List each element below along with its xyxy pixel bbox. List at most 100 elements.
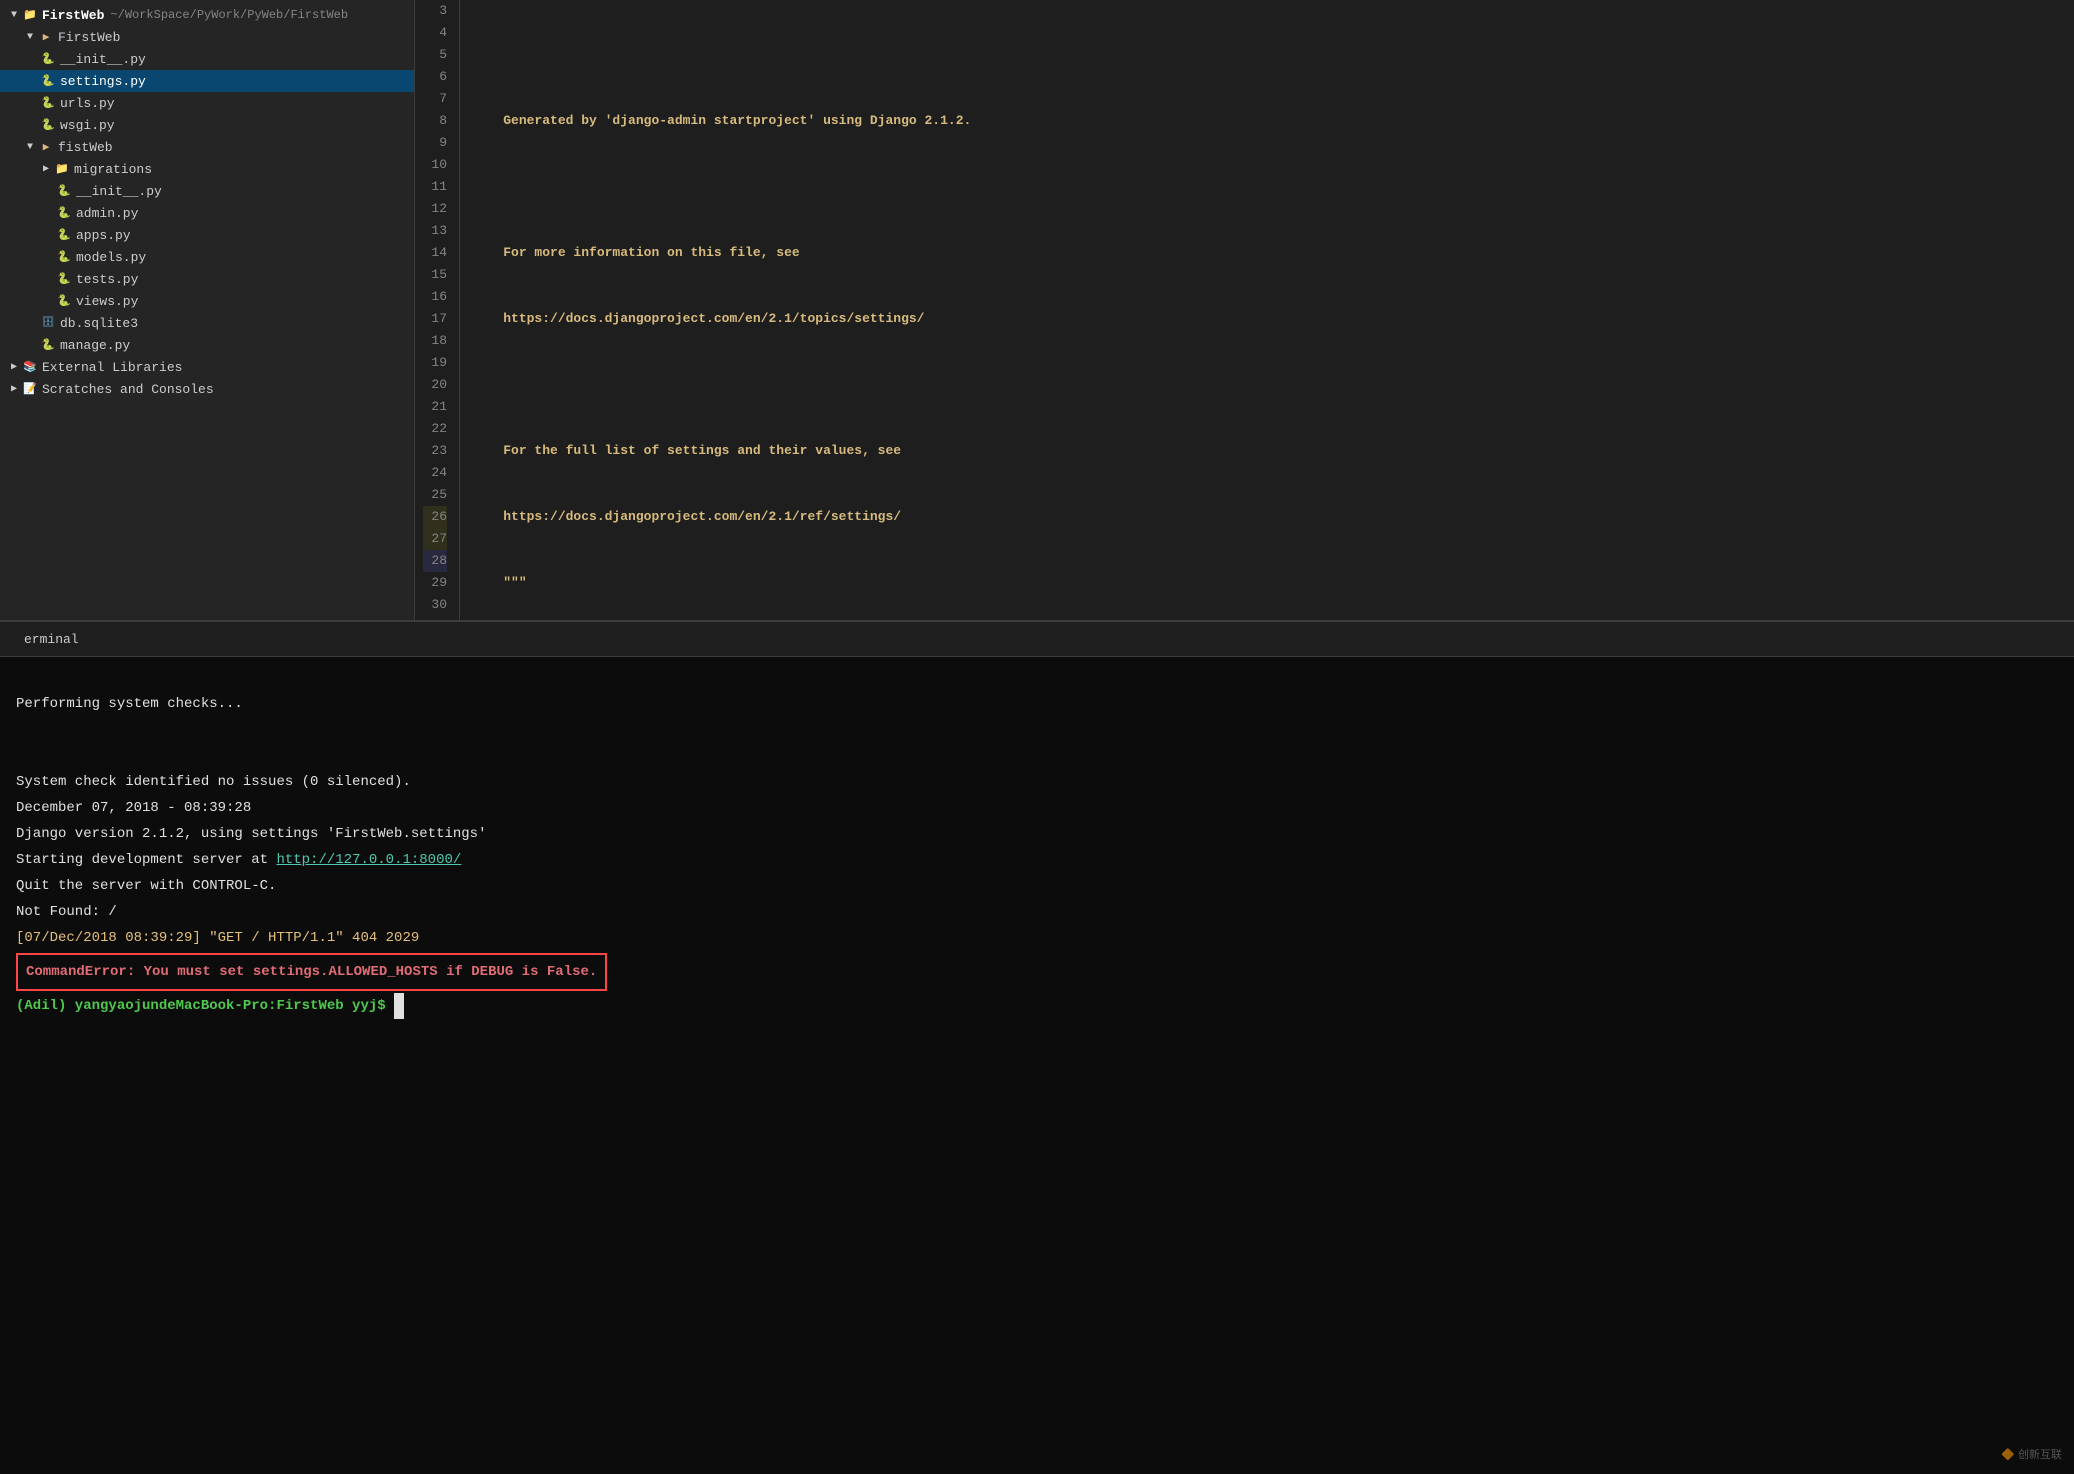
arrow-extlibs: ▶ <box>8 361 20 373</box>
term-line-prompt: (Adil) yangyaojundeMacBook-Pro:FirstWeb … <box>16 993 2058 1019</box>
py-icon-views: 🐍 <box>56 293 72 309</box>
arrow-migrations: ▶ <box>40 163 52 175</box>
sidebar-item-migrations[interactable]: ▶ 📁 migrations <box>0 158 414 180</box>
sidebar-label-extlibs: External Libraries <box>42 360 182 375</box>
term-line-404: [07/Dec/2018 08:39:29] "GET / HTTP/1.1" … <box>16 925 2058 951</box>
watermark-icon: 🔶 <box>2001 1449 2015 1461</box>
sidebar-item-admin[interactable]: 🐍 admin.py <box>0 202 414 224</box>
sidebar-item-urls[interactable]: 🐍 urls.py <box>0 92 414 114</box>
py-icon-urls: 🐍 <box>40 95 56 111</box>
arrow-root: ▼ <box>8 9 20 21</box>
term-line-date: December 07, 2018 - 08:39:28 <box>16 795 2058 821</box>
terminal-content[interactable]: Performing system checks... System check… <box>0 657 2074 1474</box>
sidebar-label-tests: tests.py <box>76 272 138 287</box>
sidebar-item-tests[interactable]: 🐍 tests.py <box>0 268 414 290</box>
term-line-django: Django version 2.1.2, using settings 'Fi… <box>16 821 2058 847</box>
arrow-fistweb: ▼ <box>24 141 36 153</box>
sidebar-root-path: ~/WorkSpace/PyWork/PyWeb/FirstWeb <box>110 8 348 22</box>
code-line-6: For more information on this file, see <box>472 242 2074 264</box>
sidebar-item-manage[interactable]: 🐍 manage.py <box>0 334 414 356</box>
code-line-7: https://docs.djangoproject.com/en/2.1/to… <box>472 308 2074 330</box>
sidebar-label-fistweb: fistWeb <box>58 140 113 155</box>
sidebar-item-settings[interactable]: 🐍 settings.py <box>0 70 414 92</box>
term-line-error: CommandError: You must set settings.ALLO… <box>26 964 597 980</box>
sidebar-label-admin: admin.py <box>76 206 138 221</box>
sidebar-label-firstweb: FirstWeb <box>58 30 120 45</box>
term-line-blank1 <box>16 665 2058 691</box>
sidebar-label-settings: settings.py <box>60 74 146 89</box>
sidebar-item-models[interactable]: 🐍 models.py <box>0 246 414 268</box>
code-line-3 <box>472 44 2074 66</box>
sidebar-item-views[interactable]: 🐍 views.py <box>0 290 414 312</box>
fistweb-folder-icon: ▶ <box>38 139 54 155</box>
term-line-checks: Performing system checks... <box>16 691 2058 717</box>
sidebar-item-extlibs[interactable]: ▶ 📚 External Libraries <box>0 356 414 378</box>
sidebar-item-db[interactable]: 🗄 db.sqlite3 <box>0 312 414 334</box>
sqlite-icon: 🗄 <box>40 315 56 331</box>
term-line-blank3 <box>16 743 2058 769</box>
py-icon-init2: 🐍 <box>56 183 72 199</box>
term-line-blank2 <box>16 717 2058 743</box>
error-box: CommandError: You must set settings.ALLO… <box>16 953 607 991</box>
terminal-tab-bar: erminal <box>0 622 2074 657</box>
term-line-quit: Quit the server with CONTROL-C. <box>16 873 2058 899</box>
sidebar-item-fistweb[interactable]: ▼ ▶ fistWeb <box>0 136 414 158</box>
sidebar-item-wsgi[interactable]: 🐍 wsgi.py <box>0 114 414 136</box>
scratches-icon: 📝 <box>22 381 38 397</box>
code-line-10: https://docs.djangoproject.com/en/2.1/re… <box>472 506 2074 528</box>
watermark-text: 创新互联 <box>2018 1449 2062 1461</box>
sidebar-root-label: FirstWeb <box>42 8 104 23</box>
sidebar-item-init1[interactable]: 🐍 __init__.py <box>0 48 414 70</box>
arrow-firstweb: ▼ <box>24 31 36 43</box>
sidebar-root[interactable]: ▼ 📁 FirstWeb ~/WorkSpace/PyWork/PyWeb/Fi… <box>0 4 414 26</box>
code-editor-area: 3 4 5 6 7 8 9 10 11 12 13 14 15 16 17 18… <box>415 0 2074 620</box>
py-icon-admin: 🐍 <box>56 205 72 221</box>
sidebar-label-db: db.sqlite3 <box>60 316 138 331</box>
sidebar-label-views: views.py <box>76 294 138 309</box>
py-icon-manage: 🐍 <box>40 337 56 353</box>
sidebar-label-urls: urls.py <box>60 96 115 111</box>
py-icon-apps: 🐍 <box>56 227 72 243</box>
sidebar-item-init2[interactable]: 🐍 __init__.py <box>0 180 414 202</box>
code-editor[interactable]: 3 4 5 6 7 8 9 10 11 12 13 14 15 16 17 18… <box>415 0 2074 620</box>
sidebar-item-apps[interactable]: 🐍 apps.py <box>0 224 414 246</box>
py-icon-settings: 🐍 <box>40 73 56 89</box>
code-line-11: """ <box>472 572 2074 594</box>
main-area: ▼ 📁 FirstWeb ~/WorkSpace/PyWork/PyWeb/Fi… <box>0 0 2074 620</box>
py-icon-tests: 🐍 <box>56 271 72 287</box>
watermark: 🔶 创新互联 <box>2001 1446 2062 1462</box>
py-icon-models: 🐍 <box>56 249 72 265</box>
term-prompt-text: (Adil) yangyaojundeMacBook-Pro:FirstWeb … <box>16 998 386 1014</box>
py-icon-init1: 🐍 <box>40 51 56 67</box>
code-line-5 <box>472 176 2074 198</box>
sidebar-label-migrations: migrations <box>74 162 152 177</box>
migrations-folder-icon: 📁 <box>54 161 70 177</box>
sidebar-label-init2: __init__.py <box>76 184 162 199</box>
term-line-notfound: Not Found: / <box>16 899 2058 925</box>
py-icon-wsgi: 🐍 <box>40 117 56 133</box>
arrow-scratches: ▶ <box>8 383 20 395</box>
root-folder-icon: 📁 <box>22 7 38 23</box>
sidebar-label-scratches: Scratches and Consoles <box>42 382 214 397</box>
term-line-server: Starting development server at http://12… <box>16 847 2058 873</box>
sidebar-label-init1: __init__.py <box>60 52 146 67</box>
sidebar-item-firstweb[interactable]: ▼ ▶ FirstWeb <box>0 26 414 48</box>
server-link[interactable]: http://127.0.0.1:8000/ <box>276 852 461 868</box>
sidebar-label-manage: manage.py <box>60 338 130 353</box>
extlibs-icon: 📚 <box>22 359 38 375</box>
firstweb-folder-icon: ▶ <box>38 29 54 45</box>
code-line-4: Generated by 'django-admin startproject'… <box>472 110 2074 132</box>
terminal-tab[interactable]: erminal <box>12 628 91 651</box>
line-numbers: 3 4 5 6 7 8 9 10 11 12 13 14 15 16 17 18… <box>415 0 460 620</box>
sidebar: ▼ 📁 FirstWeb ~/WorkSpace/PyWork/PyWeb/Fi… <box>0 0 415 620</box>
sidebar-label-wsgi: wsgi.py <box>60 118 115 133</box>
terminal-wrapper: erminal Performing system checks... Syst… <box>0 620 2074 1474</box>
term-line-noissues: System check identified no issues (0 sil… <box>16 769 2058 795</box>
sidebar-label-apps: apps.py <box>76 228 131 243</box>
sidebar-item-scratches[interactable]: ▶ 📝 Scratches and Consoles <box>0 378 414 400</box>
term-cursor <box>394 993 404 1019</box>
code-content[interactable]: Generated by 'django-admin startproject'… <box>460 0 2074 620</box>
sidebar-label-models: models.py <box>76 250 146 265</box>
code-line-8 <box>472 374 2074 396</box>
code-line-9: For the full list of settings and their … <box>472 440 2074 462</box>
